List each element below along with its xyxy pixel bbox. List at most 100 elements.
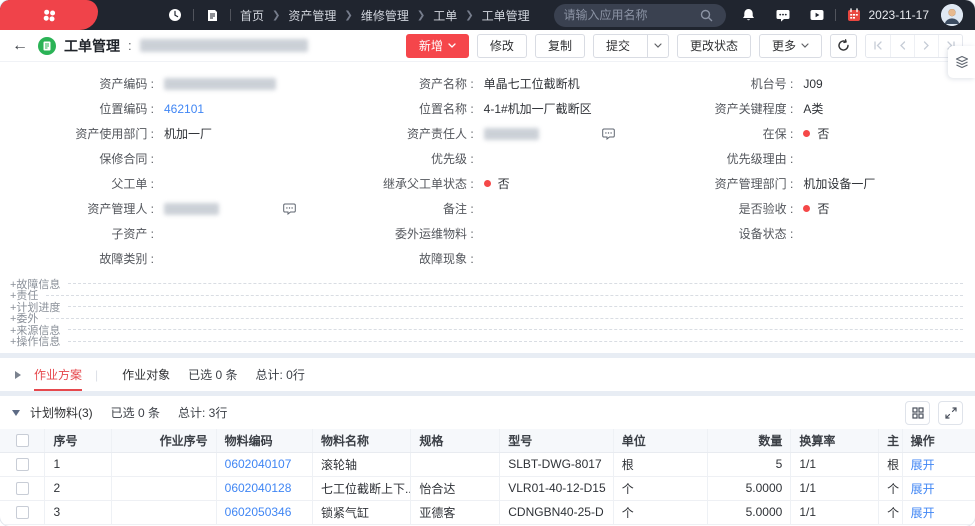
grid-icon	[911, 406, 924, 419]
field-text: 4-1#机加一厂截断区	[483, 102, 592, 116]
chevron-down-icon	[448, 43, 456, 48]
column-header-seq: 序号	[44, 429, 112, 453]
cell-rate: 1/1	[790, 500, 880, 525]
comment-icon[interactable]	[602, 128, 616, 140]
field-value: 机加一厂	[164, 125, 326, 142]
avatar[interactable]	[941, 4, 963, 26]
expand-link[interactable]: 展开	[911, 482, 935, 496]
section-dashed-line	[68, 306, 963, 308]
cell-qty: 5	[707, 452, 792, 477]
collapsed-section-toggle[interactable]: +操作信息	[10, 336, 965, 348]
more-button[interactable]: 更多	[758, 33, 822, 58]
topbar-divider	[193, 9, 194, 21]
materials-panel: 计划物料(3) 已选 0 条 总计: 3行 序号 作业序号 物料编码 物料名称 规格 型号…	[0, 396, 975, 526]
collapsed-section-toggle[interactable]: +来源信息	[10, 324, 965, 337]
fullscreen-button[interactable]	[938, 400, 963, 425]
cell-spec	[410, 452, 501, 477]
toolbar: 新增 修改 复制 提交 更改状态 更多	[405, 33, 963, 58]
search-input[interactable]	[563, 8, 698, 22]
modify-button[interactable]: 修改	[476, 33, 527, 58]
tab-job-plan[interactable]: 作业方案	[34, 358, 83, 391]
cell-job_seq	[111, 500, 217, 525]
field-text: 单晶七工位截断机	[483, 77, 580, 91]
expand-link[interactable]: 展开	[911, 458, 935, 472]
breadcrumb-item[interactable]: 资产管理	[288, 7, 336, 24]
form-field: 资产责任人 :	[326, 121, 646, 146]
form-field: 在保 : 否	[645, 121, 965, 146]
collapsed-section-toggle[interactable]: +故障信息	[10, 278, 965, 291]
form-field: 位置名称 : 4-1#机加一厂截断区	[326, 96, 646, 121]
field-label: 资产编码 :	[99, 77, 154, 91]
form-field: 资产管理部门 : 机加设备一厂	[645, 171, 965, 196]
material-code-link[interactable]: 0602050346	[225, 505, 292, 519]
app-logo[interactable]	[0, 0, 98, 30]
change-status-button[interactable]: 更改状态	[676, 33, 751, 58]
column-header-mat_name: 物料名称	[312, 429, 412, 453]
collapse-caret-icon[interactable]	[15, 370, 21, 379]
collapsed-section-toggle[interactable]: +计划进度	[10, 301, 965, 314]
next-page-button[interactable]	[914, 34, 938, 57]
row-checkbox[interactable]	[15, 482, 29, 496]
plan-total-count: 总计: 0行	[255, 368, 305, 382]
comment-icon[interactable]	[282, 203, 296, 215]
section-dashed-line	[68, 329, 963, 331]
collapsed-section-toggle[interactable]: +委外	[10, 313, 965, 325]
search-icon[interactable]	[698, 6, 716, 24]
current-date: 2023-11-17	[868, 8, 930, 22]
table-row: 1 0602040107 滚轮轴 SLBT-DWG-8017 根 5 1/1 根展开	[0, 452, 975, 477]
cell-seq: 1	[44, 452, 112, 477]
page-content: ← 工单管理 : 新增 修改 复制 提交 更改状态 更多 资产编码: 资产名称…	[0, 30, 975, 526]
breadcrumb-item[interactable]: 工单	[433, 7, 457, 24]
cell-spec: 怡合达	[410, 476, 501, 501]
date-widget[interactable]: 2023-11-17	[845, 6, 930, 24]
cell-unit: 根	[613, 452, 708, 477]
submit-dropdown-caret[interactable]	[646, 34, 668, 57]
form-field: 故障类别 :	[6, 246, 326, 271]
chat-icon[interactable]	[774, 6, 792, 24]
breadcrumb-item[interactable]: 首页	[240, 7, 264, 24]
prev-page-button[interactable]	[890, 34, 914, 57]
field-value: 否	[803, 125, 965, 142]
field-link[interactable]: 462101	[164, 102, 204, 116]
add-button[interactable]: 新增	[405, 33, 469, 58]
field-value	[164, 77, 326, 90]
breadcrumb-separator: ❯	[344, 9, 353, 21]
layers-side-button[interactable]	[948, 46, 975, 78]
expand-link[interactable]: 展开	[911, 506, 935, 520]
topbar-divider	[834, 9, 836, 21]
form-field: 委外运维物料 :	[326, 221, 646, 246]
column-settings-button[interactable]	[905, 400, 930, 425]
materials-selected-count: 已选 0 条	[110, 406, 161, 420]
form-field: 优先级 :	[326, 146, 646, 171]
field-value: 单晶七工位截断机	[484, 75, 646, 92]
material-code-link[interactable]: 0602040128	[225, 481, 292, 495]
first-page-button[interactable]	[866, 34, 890, 57]
field-label: 备注 :	[442, 202, 474, 216]
refresh-button[interactable]	[830, 33, 857, 58]
cell-main: 个	[878, 476, 903, 501]
collapsed-section-toggle[interactable]: +责任	[10, 290, 965, 302]
section-dashed-line	[68, 283, 963, 285]
back-arrow-icon[interactable]: ←	[12, 37, 28, 54]
video-icon[interactable]	[808, 6, 826, 24]
bell-icon[interactable]	[740, 6, 758, 24]
clock-icon[interactable]	[166, 6, 184, 24]
document-icon[interactable]	[203, 6, 221, 24]
breadcrumb-item[interactable]: 工单管理	[482, 7, 530, 24]
cell-spec: 亚德客	[410, 500, 501, 525]
form-field	[645, 246, 965, 271]
select-all-checkbox[interactable]	[15, 434, 29, 448]
breadcrumb-item[interactable]: 维修管理	[361, 7, 409, 24]
form-field: 资产关键程度 : A类	[645, 96, 965, 121]
field-value: A类	[803, 100, 965, 117]
field-label: 父工单 :	[111, 177, 154, 191]
submit-button[interactable]: 提交	[592, 33, 669, 58]
field-label: 是否验收 :	[738, 202, 794, 216]
row-checkbox[interactable]	[15, 458, 29, 472]
masked-value	[164, 202, 219, 215]
row-checkbox[interactable]	[15, 506, 29, 520]
copy-button[interactable]: 复制	[534, 33, 585, 58]
tab-job-object[interactable]: 作业对象	[122, 358, 170, 391]
expand-caret-icon[interactable]	[12, 409, 20, 416]
material-code-link[interactable]: 0602040107	[225, 457, 292, 471]
